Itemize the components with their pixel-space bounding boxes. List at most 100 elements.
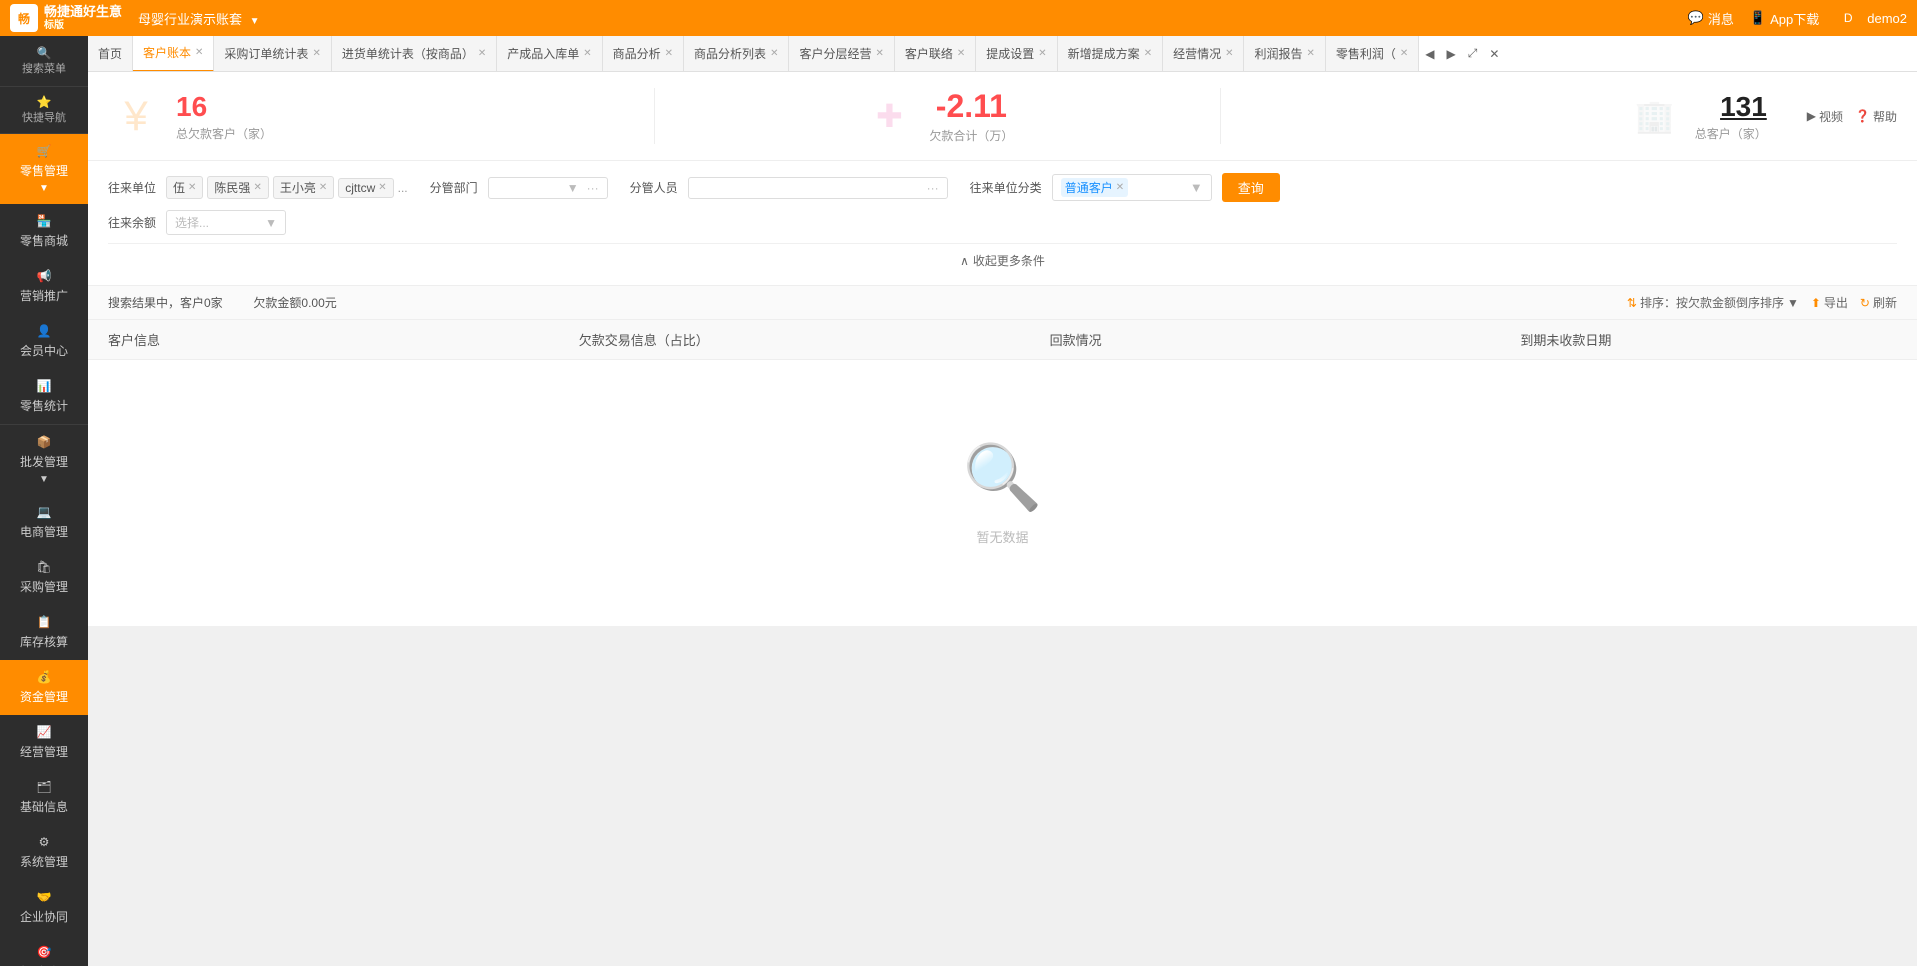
beginner-guide-icon: 🎯 [37, 945, 52, 959]
filter-more-tags[interactable]: ... [398, 181, 408, 195]
tag-close-wu[interactable]: ✕ [188, 182, 196, 193]
sidebar-item-quicknav[interactable]: ⭐ 快捷导航 [0, 87, 88, 134]
tab-profit-report[interactable]: 利润报告 ✕ [1244, 36, 1325, 72]
industry-selector[interactable]: 母婴行业演示账套 ▼ [138, 9, 260, 28]
filter-input-person[interactable]: ··· [688, 177, 948, 199]
tab-purchase-stats[interactable]: 采购订单统计表 ✕ [214, 36, 331, 72]
sidebar-label-basic-info: 基础信息 [20, 798, 68, 815]
purchase-icon: 🛍 [36, 560, 51, 574]
tag-close-wang[interactable]: ✕ [319, 182, 327, 193]
sidebar-item-operation[interactable]: 📈 经营管理 [0, 715, 88, 770]
tab-new-commission[interactable]: 新增提成方案 ✕ [1058, 36, 1163, 72]
stat-icon-debt: ✚ [861, 88, 917, 144]
dropdown-unit-class-arrow: ▼ [1190, 180, 1203, 195]
tab-nav-next[interactable]: ▶ [1441, 47, 1462, 61]
sidebar-item-beginner-guide[interactable]: 🎯 新手引导 [0, 935, 88, 966]
video-btn[interactable]: ▶ 视频 [1807, 108, 1843, 125]
app-download-btn[interactable]: 📱 App下载 [1750, 9, 1819, 28]
tab-close-biz-situation[interactable]: ✕ [1225, 48, 1233, 59]
sidebar: 🔍 搜索菜单 ⭐ 快捷导航 🛒 零售管理 ▼ 🏪 零售商城 📢 营销推广 � [0, 36, 88, 966]
tag-close-cjttcw[interactable]: ✕ [378, 182, 386, 193]
message-btn[interactable]: 💬 消息 [1688, 9, 1734, 28]
sidebar-label-purchase: 采购管理 [20, 578, 68, 595]
tab-close-customer-ledger[interactable]: ✕ [195, 47, 203, 58]
sidebar-item-marketing[interactable]: 📢 营销推广 [0, 259, 88, 314]
filter-dropdown-dept[interactable]: ▼ ··· [488, 177, 608, 199]
tab-close-production[interactable]: ✕ [583, 48, 591, 59]
tab-production[interactable]: 产成品入库单 ✕ [497, 36, 602, 72]
tab-close-commission-settings[interactable]: ✕ [1038, 48, 1046, 59]
help-icon: ❓ [1855, 109, 1870, 123]
tab-product-list[interactable]: 商品分析列表 ✕ [684, 36, 789, 72]
filter-select-balance[interactable]: 选择... ▼ [166, 210, 286, 235]
sidebar-label-retail-mall: 零售商城 [20, 232, 68, 249]
sidebar-item-ecommerce[interactable]: 💻 电商管理 [0, 495, 88, 550]
sidebar-label-sys-mgmt: 系统管理 [20, 853, 68, 870]
tab-close-retail-profit[interactable]: ✕ [1400, 48, 1408, 59]
filter-input-person-more: ··· [927, 181, 939, 195]
tab-retail-profit[interactable]: 零售利润（ ✕ [1326, 36, 1419, 72]
export-icon: ⬆ [1811, 296, 1821, 310]
stats-area: ¥ 16 总欠款客户（家） ✚ -2.11 欠款合计（万） [88, 72, 1917, 161]
sidebar-label-inventory: 库存核算 [20, 633, 68, 650]
sidebar-item-retail-mgmt[interactable]: 🛒 零售管理 ▼ [0, 134, 88, 204]
sidebar-item-inventory[interactable]: 📋 库存核算 [0, 605, 88, 660]
sidebar-item-finance[interactable]: 💰 资金管理 [0, 660, 88, 715]
help-btn[interactable]: ❓ 帮助 [1855, 108, 1897, 125]
sys-mgmt-icon: ⚙ [39, 835, 50, 849]
sort-button[interactable]: ⇅ 排序：按欠款金额倒序排序 ▼ [1627, 294, 1799, 311]
tag-close-chen[interactable]: ✕ [253, 182, 261, 193]
filter-label-unit: 往来单位 [108, 179, 156, 196]
tab-close-customer-contact[interactable]: ✕ [957, 48, 965, 59]
tab-label-purchase-stats: 采购订单统计表 [224, 45, 308, 62]
user-area[interactable]: D demo2 [1835, 5, 1907, 31]
empty-state: 🔍 暂无数据 [88, 360, 1917, 626]
refresh-button[interactable]: ↻ 刷新 [1860, 294, 1897, 311]
col-header-debt: 欠款交易信息（占比） [579, 330, 1050, 349]
sidebar-item-purchase[interactable]: 🛍 采购管理 [0, 550, 88, 605]
sidebar-item-retail-mall[interactable]: 🏪 零售商城 [0, 204, 88, 259]
sidebar-item-sys-mgmt[interactable]: ⚙ 系统管理 [0, 825, 88, 880]
tab-commission-settings[interactable]: 提成设置 ✕ [976, 36, 1057, 72]
filter-label-person: 分管人员 [630, 179, 678, 196]
tab-close-inbound-stats[interactable]: ✕ [478, 48, 486, 59]
tag-normal-customer: 普通客户 ✕ [1061, 178, 1128, 197]
filter-label-balance: 往来余额 [108, 214, 156, 231]
tab-customer-contact[interactable]: 客户联络 ✕ [895, 36, 976, 72]
tab-close-product-list[interactable]: ✕ [770, 48, 778, 59]
tab-nav-prev[interactable]: ◀ [1419, 47, 1440, 61]
tab-close-product-analysis[interactable]: ✕ [665, 48, 673, 59]
tab-close-profit-report[interactable]: ✕ [1307, 48, 1315, 59]
sidebar-item-member[interactable]: 👤 会员中心 [0, 314, 88, 369]
tab-inbound-stats[interactable]: 进货单统计表（按商品） ✕ [332, 36, 497, 72]
tab-close-customer-tier[interactable]: ✕ [875, 48, 883, 59]
query-button[interactable]: 查询 [1222, 173, 1280, 202]
sidebar-item-retail-stats[interactable]: 📊 零售统计 [0, 369, 88, 424]
collapse-filter-btn[interactable]: ∧ 收起更多条件 [108, 248, 1897, 273]
sidebar-item-enterprise-collab[interactable]: 🤝 企业协同 [0, 880, 88, 935]
sidebar-item-wholesale-mgmt[interactable]: 📦 批发管理 ▼ [0, 424, 88, 495]
stat-actions: ▶ 视频 ❓ 帮助 [1807, 108, 1897, 125]
tab-label-inbound-stats: 进货单统计表（按商品） [342, 45, 474, 62]
result-actions: ⇅ 排序：按欠款金额倒序排序 ▼ ⬆ 导出 ↻ 刷新 [1627, 294, 1897, 311]
tab-biz-situation[interactable]: 经营情况 ✕ [1163, 36, 1244, 72]
tab-close-purchase-stats[interactable]: ✕ [312, 48, 320, 59]
tab-maximize[interactable]: ⤢ [1462, 46, 1484, 61]
tab-close-new-commission[interactable]: ✕ [1144, 48, 1152, 59]
sidebar-item-search[interactable]: 🔍 搜索菜单 [0, 36, 88, 87]
collapse-up-icon: ∧ [960, 254, 969, 268]
basic-info-icon: 🗂 [36, 780, 51, 794]
tab-home[interactable]: 首页 [88, 36, 133, 72]
filter-unit-class[interactable]: 普通客户 ✕ ▼ [1052, 174, 1212, 201]
export-button[interactable]: ⬆ 导出 [1811, 294, 1848, 311]
filter-tag-cjttcw: cjttcw ✕ [338, 178, 393, 198]
tab-label-production: 产成品入库单 [507, 45, 579, 62]
tab-close-all[interactable]: ✕ [1483, 47, 1505, 61]
tab-customer-tier[interactable]: 客户分层经营 ✕ [789, 36, 894, 72]
stat-text-customers: 16 总欠款客户（家） [176, 91, 272, 142]
tab-customer-ledger[interactable]: 客户账本 ✕ [133, 36, 214, 72]
play-icon: ▶ [1807, 109, 1816, 123]
tag-close-normal-customer[interactable]: ✕ [1116, 182, 1124, 193]
sidebar-item-basic-info[interactable]: 🗂 基础信息 [0, 770, 88, 825]
tab-product-analysis[interactable]: 商品分析 ✕ [603, 36, 684, 72]
